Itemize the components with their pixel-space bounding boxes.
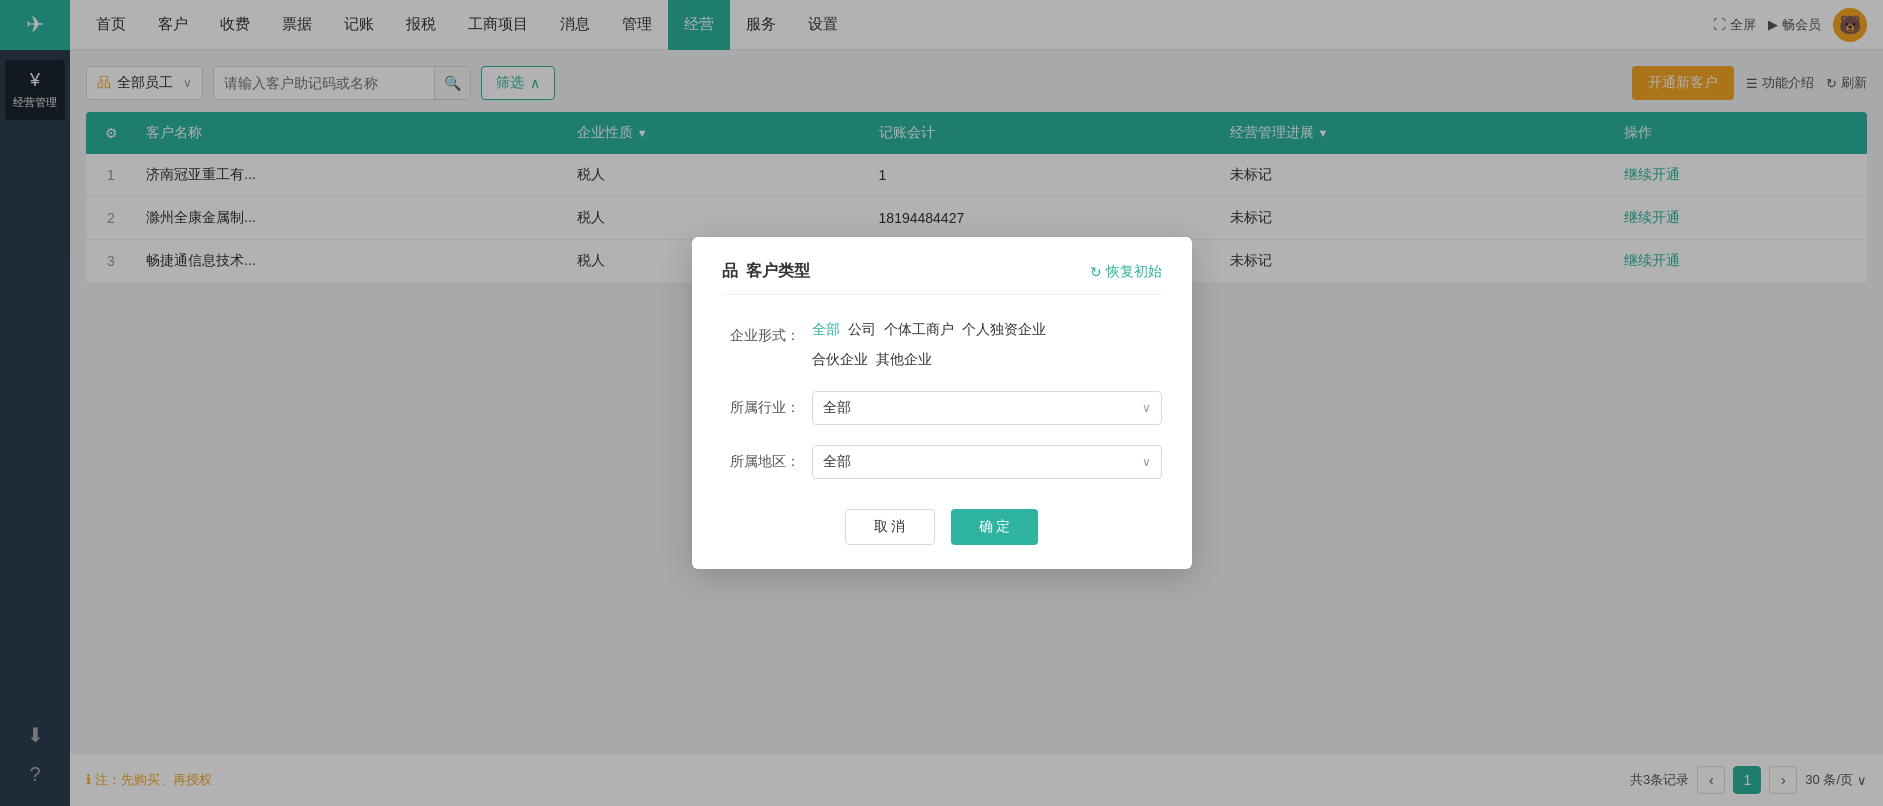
industry-select-arrow: ∨	[1142, 401, 1151, 415]
region-label: 所属地区：	[722, 445, 812, 477]
enterprise-option-other[interactable]: 其他企业	[876, 349, 932, 371]
enterprise-option-sole[interactable]: 个体工商户	[884, 319, 954, 341]
enterprise-option-partnership[interactable]: 合伙企业	[812, 349, 868, 371]
reset-icon: ↻	[1090, 264, 1102, 280]
enterprise-options-field: 全部 公司 个体工商户 个人独资企业 合伙企业 其他企业	[812, 319, 1162, 371]
customer-type-modal: 品 客户类型 ↻ 恢复初始 企业形式： 全部 公司 个体工商户 个人独资企业 合…	[692, 237, 1192, 569]
enterprise-form-label: 企业形式：	[722, 319, 812, 351]
enterprise-option-company[interactable]: 公司	[848, 319, 876, 341]
region-field: 全部 ∨	[812, 445, 1162, 479]
modal-title-text: 客户类型	[746, 261, 810, 282]
region-select[interactable]: 全部 ∨	[812, 445, 1162, 479]
reset-button[interactable]: ↻ 恢复初始	[1090, 263, 1162, 281]
modal-footer: 取 消 确 定	[722, 509, 1162, 545]
region-select-arrow: ∨	[1142, 455, 1151, 469]
modal-title: 品 客户类型	[722, 261, 810, 282]
enterprise-option-individual[interactable]: 个人独资企业	[962, 319, 1046, 341]
region-select-value: 全部	[823, 453, 851, 471]
industry-label: 所属行业：	[722, 391, 812, 423]
industry-field: 全部 ∨	[812, 391, 1162, 425]
region-form-row: 所属地区： 全部 ∨	[722, 445, 1162, 479]
industry-select-value: 全部	[823, 399, 851, 417]
enterprise-option-group: 全部 公司 个体工商户 个人独资企业	[812, 319, 1162, 341]
cancel-button[interactable]: 取 消	[845, 509, 935, 545]
modal-header: 品 客户类型 ↻ 恢复初始	[722, 261, 1162, 295]
industry-select[interactable]: 全部 ∨	[812, 391, 1162, 425]
modal-overlay[interactable]: 品 客户类型 ↻ 恢复初始 企业形式： 全部 公司 个体工商户 个人独资企业 合…	[0, 0, 1883, 806]
confirm-button[interactable]: 确 定	[951, 509, 1039, 545]
enterprise-option-all[interactable]: 全部	[812, 319, 840, 341]
modal-title-icon: 品	[722, 261, 738, 282]
enterprise-form-row: 企业形式： 全部 公司 个体工商户 个人独资企业 合伙企业 其他企业	[722, 319, 1162, 371]
reset-label: 恢复初始	[1106, 263, 1162, 281]
enterprise-option-group-2: 合伙企业 其他企业	[812, 349, 1162, 371]
industry-form-row: 所属行业： 全部 ∨	[722, 391, 1162, 425]
